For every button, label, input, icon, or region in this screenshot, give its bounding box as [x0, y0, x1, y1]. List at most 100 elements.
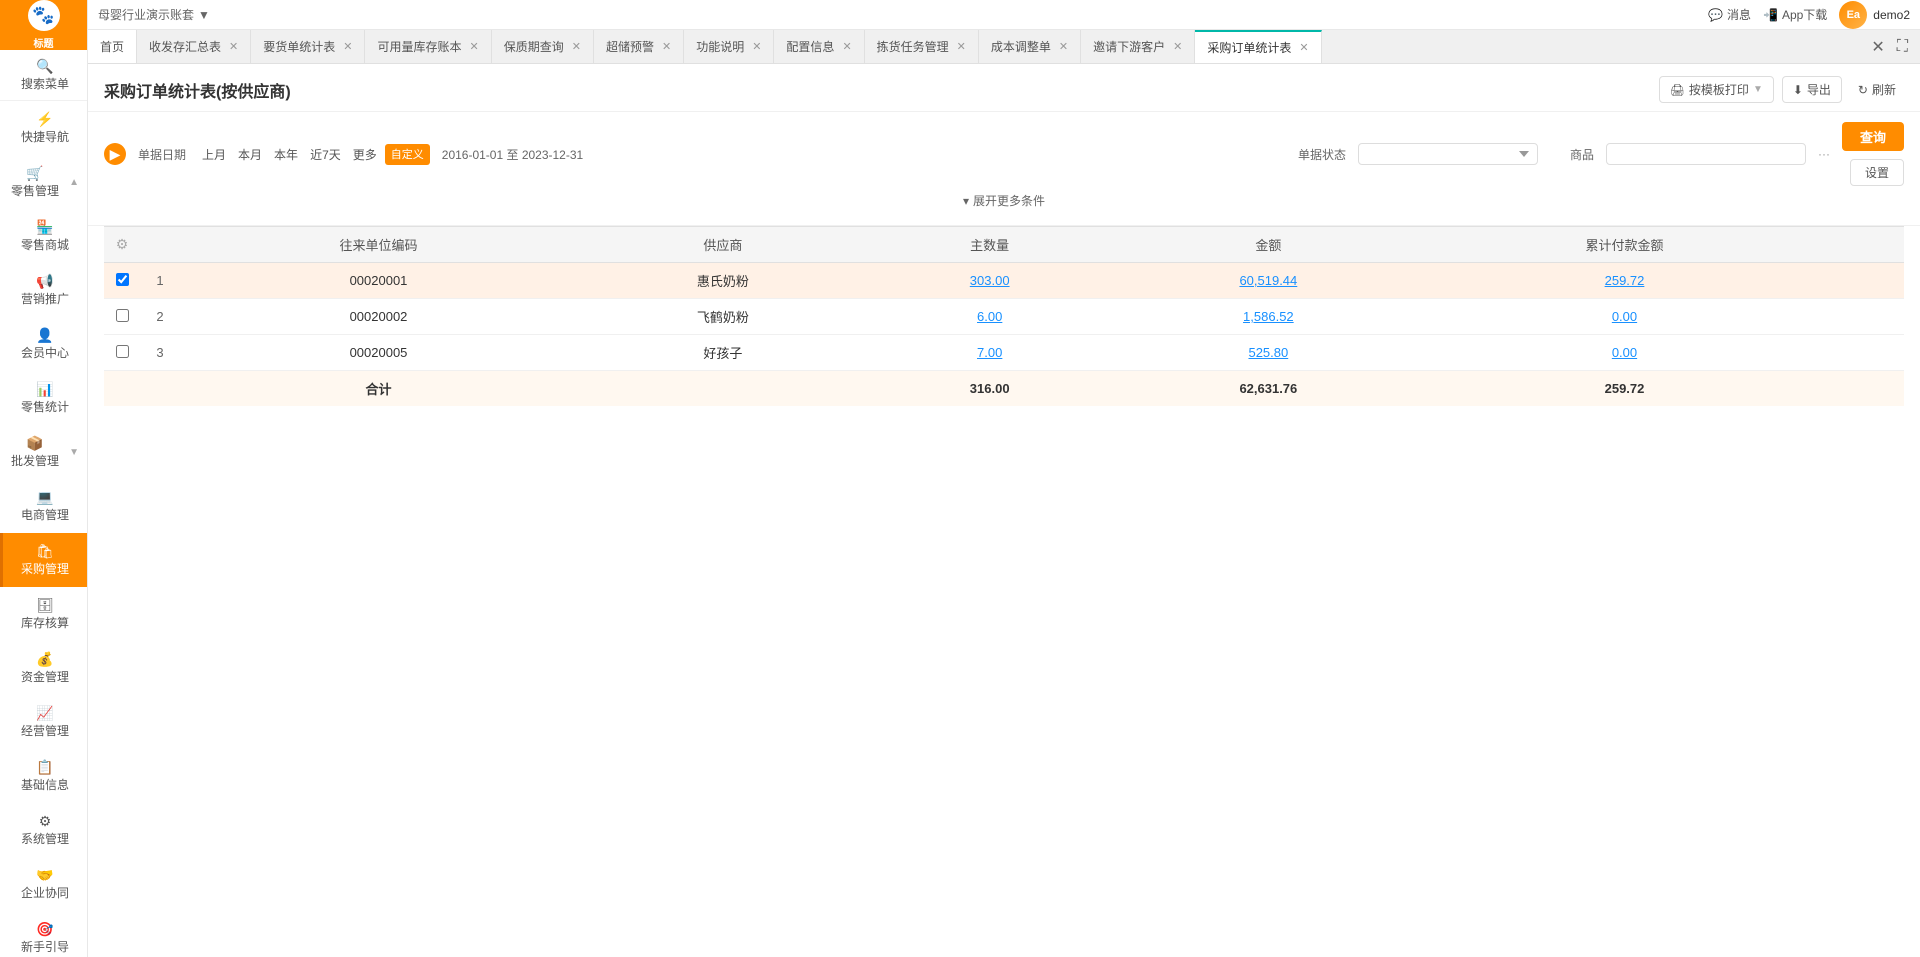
- tab-invite-customer[interactable]: 邀请下游客户 ✕: [1081, 30, 1195, 64]
- workspace-selector[interactable]: 母婴行业演示账套 ▼: [98, 6, 210, 23]
- table-row[interactable]: 2 00020002 飞鹤奶粉 6.00 1,586.52 0.00: [104, 299, 1904, 335]
- tab-config-info[interactable]: 配置信息 ✕: [774, 30, 864, 64]
- sidebar-item-basic-info[interactable]: 📋 基础信息: [0, 749, 87, 803]
- cell-amount[interactable]: 1,586.52: [1111, 299, 1426, 335]
- cell-paid-amount[interactable]: 0.00: [1426, 299, 1823, 335]
- settings-icon[interactable]: ⚙: [116, 236, 129, 252]
- tab-function-desc-close[interactable]: ✕: [752, 40, 761, 53]
- sidebar-item-retail[interactable]: 🛒 零售管理 ▲: [0, 155, 87, 209]
- tab-pick-task-label: 拣货任务管理: [877, 38, 949, 55]
- sidebar-item-wholesale[interactable]: 📦 批发管理 ▼: [0, 425, 87, 479]
- expand-more-label: 展开更多条件: [973, 192, 1045, 209]
- sidebar-finance-label: 资金管理: [21, 668, 69, 685]
- message-btn[interactable]: 💬 消息: [1708, 6, 1751, 23]
- tab-invite-customer-close[interactable]: ✕: [1173, 40, 1182, 53]
- app-download-btn[interactable]: 📲 App下载: [1763, 6, 1827, 23]
- table-header-row: ⚙ 往来单位编码 供应商 主数量 金额: [104, 227, 1904, 263]
- tab-available-stock-close[interactable]: ✕: [470, 40, 479, 53]
- cell-paid-amount[interactable]: 0.00: [1426, 335, 1823, 371]
- goods-search-input[interactable]: [1606, 143, 1806, 165]
- expand-more-row: ▾ 展开更多条件: [104, 186, 1904, 215]
- date-last-month-btn[interactable]: 上月: [198, 144, 230, 165]
- expand-more-btn[interactable]: ▾ 展开更多条件: [963, 192, 1045, 209]
- tab-function-desc[interactable]: 功能说明 ✕: [684, 30, 774, 64]
- tab-expiry-query-close[interactable]: ✕: [572, 40, 581, 53]
- tab-cost-adjust-close[interactable]: ✕: [1059, 40, 1068, 53]
- tab-pick-task[interactable]: 拣货任务管理 ✕: [865, 30, 979, 64]
- sidebar-item-ecommerce[interactable]: 💻 电商管理: [0, 479, 87, 533]
- sidebar-item-quick-nav[interactable]: ⚡ 快捷导航: [0, 101, 87, 155]
- sidebar-item-operations[interactable]: 📈 经营管理: [0, 695, 87, 749]
- date-this-year-btn[interactable]: 本年: [270, 144, 302, 165]
- filter-toggle-btn[interactable]: ▶: [104, 143, 126, 165]
- filter-row: ▶ 单据日期 上月 本月 本年 近7天 更多 自定义 2016-01-01 至 …: [104, 122, 1904, 186]
- tab-cost-adjust[interactable]: 成本调整单 ✕: [979, 30, 1081, 64]
- row-checkbox[interactable]: [116, 309, 129, 322]
- date-more-btn[interactable]: 更多: [349, 144, 381, 165]
- cell-quantity[interactable]: 6.00: [869, 299, 1111, 335]
- cell-checkbox[interactable]: [104, 335, 140, 371]
- status-select[interactable]: [1358, 143, 1538, 165]
- tab-receive-summary[interactable]: 收发存汇总表 ✕: [137, 30, 251, 64]
- sidebar-item-inventory[interactable]: 🗄 库存核算: [0, 587, 87, 641]
- sidebar-item-system[interactable]: ⚙ 系统管理: [0, 803, 87, 857]
- cell-paid-amount[interactable]: 259.72: [1426, 263, 1823, 299]
- tab-fullscreen-btn[interactable]: ⛶: [1893, 36, 1912, 58]
- sidebar-quick-nav-label: 快捷导航: [21, 128, 69, 145]
- tab-overstock-warning-close[interactable]: ✕: [662, 40, 671, 53]
- row-checkbox[interactable]: [116, 273, 129, 286]
- cell-amount[interactable]: 60,519.44: [1111, 263, 1426, 299]
- date-this-month-btn[interactable]: 本月: [234, 144, 266, 165]
- sidebar-item-purchase[interactable]: 🛍 采购管理: [0, 533, 87, 587]
- table-body: 1 00020001 惠氏奶粉 303.00 60,519.44 259.72 …: [104, 263, 1904, 371]
- tab-available-stock[interactable]: 可用量库存账本 ✕: [365, 30, 491, 64]
- sidebar-item-finance[interactable]: 💰 资金管理: [0, 641, 87, 695]
- cell-checkbox[interactable]: [104, 299, 140, 335]
- refresh-btn[interactable]: ↻ 刷新: [1850, 77, 1904, 102]
- date-7days-btn[interactable]: 近7天: [306, 144, 345, 165]
- user-menu-btn[interactable]: Ea demo2: [1839, 1, 1910, 29]
- date-custom-badge[interactable]: 自定义: [385, 144, 430, 165]
- table-row[interactable]: 1 00020001 惠氏奶粉 303.00 60,519.44 259.72: [104, 263, 1904, 299]
- tab-pick-task-close[interactable]: ✕: [957, 40, 966, 53]
- filter-settings-btn[interactable]: 设置: [1850, 159, 1904, 186]
- export-btn[interactable]: ⬇ 导出: [1782, 76, 1842, 103]
- sidebar-item-marketing[interactable]: 📢 营销推广: [0, 263, 87, 317]
- tab-purchase-order-stats-label: 采购订单统计表: [1207, 39, 1291, 56]
- query-btn[interactable]: 查询: [1842, 122, 1904, 151]
- footer-quantity: 316.00: [869, 371, 1111, 407]
- tab-config-info-close[interactable]: ✕: [842, 40, 851, 53]
- tab-purchase-stats[interactable]: 要货单统计表 ✕: [251, 30, 365, 64]
- more-filter-icon[interactable]: ···: [1818, 147, 1830, 161]
- sidebar-item-retail-stats[interactable]: 📊 零售统计: [0, 371, 87, 425]
- table-row[interactable]: 3 00020005 好孩子 7.00 525.80 0.00: [104, 335, 1904, 371]
- tab-purchase-order-stats[interactable]: 采购订单统计表 ✕: [1195, 30, 1321, 64]
- filter-actions: 查询 设置: [1842, 122, 1904, 186]
- tab-purchase-stats-close[interactable]: ✕: [343, 40, 352, 53]
- cell-extra: [1823, 335, 1904, 371]
- sidebar-item-search[interactable]: 🔍 搜索菜单: [0, 50, 87, 100]
- data-table-container: ⚙ 往来单位编码 供应商 主数量 金额: [88, 226, 1920, 957]
- tab-receive-summary-close[interactable]: ✕: [229, 40, 238, 53]
- cell-amount[interactable]: 525.80: [1111, 335, 1426, 371]
- app-download-label: App下载: [1782, 6, 1827, 23]
- sidebar-item-new-guide[interactable]: 🎯 新手引导: [0, 911, 87, 957]
- sidebar-item-retail-store[interactable]: 🏪 零售商城: [0, 209, 87, 263]
- print-btn[interactable]: 🖨 按模板打印 ▼: [1659, 76, 1774, 103]
- cell-checkbox[interactable]: [104, 263, 140, 299]
- cell-quantity[interactable]: 303.00: [869, 263, 1111, 299]
- cell-quantity[interactable]: 7.00: [869, 335, 1111, 371]
- sidebar-item-enterprise[interactable]: 🤝 企业协同: [0, 857, 87, 911]
- tab-expiry-query[interactable]: 保质期查询 ✕: [492, 30, 594, 64]
- tab-close-all-btn[interactable]: ✕: [1867, 35, 1888, 59]
- sidebar-item-member[interactable]: 👤 会员中心: [0, 317, 87, 371]
- table-footer-row: 合计 316.00 62,631.76 259.72: [104, 371, 1904, 407]
- tab-home[interactable]: 首页: [88, 30, 137, 64]
- tab-overstock-warning[interactable]: 超储预警 ✕: [594, 30, 684, 64]
- cell-extra: [1823, 299, 1904, 335]
- app-logo: 🐾 标题: [0, 0, 87, 50]
- tab-purchase-order-stats-close[interactable]: ✕: [1299, 41, 1308, 54]
- footer-amount: 62,631.76: [1111, 371, 1426, 407]
- row-checkbox[interactable]: [116, 345, 129, 358]
- cell-supplier: 好孩子: [577, 335, 869, 371]
